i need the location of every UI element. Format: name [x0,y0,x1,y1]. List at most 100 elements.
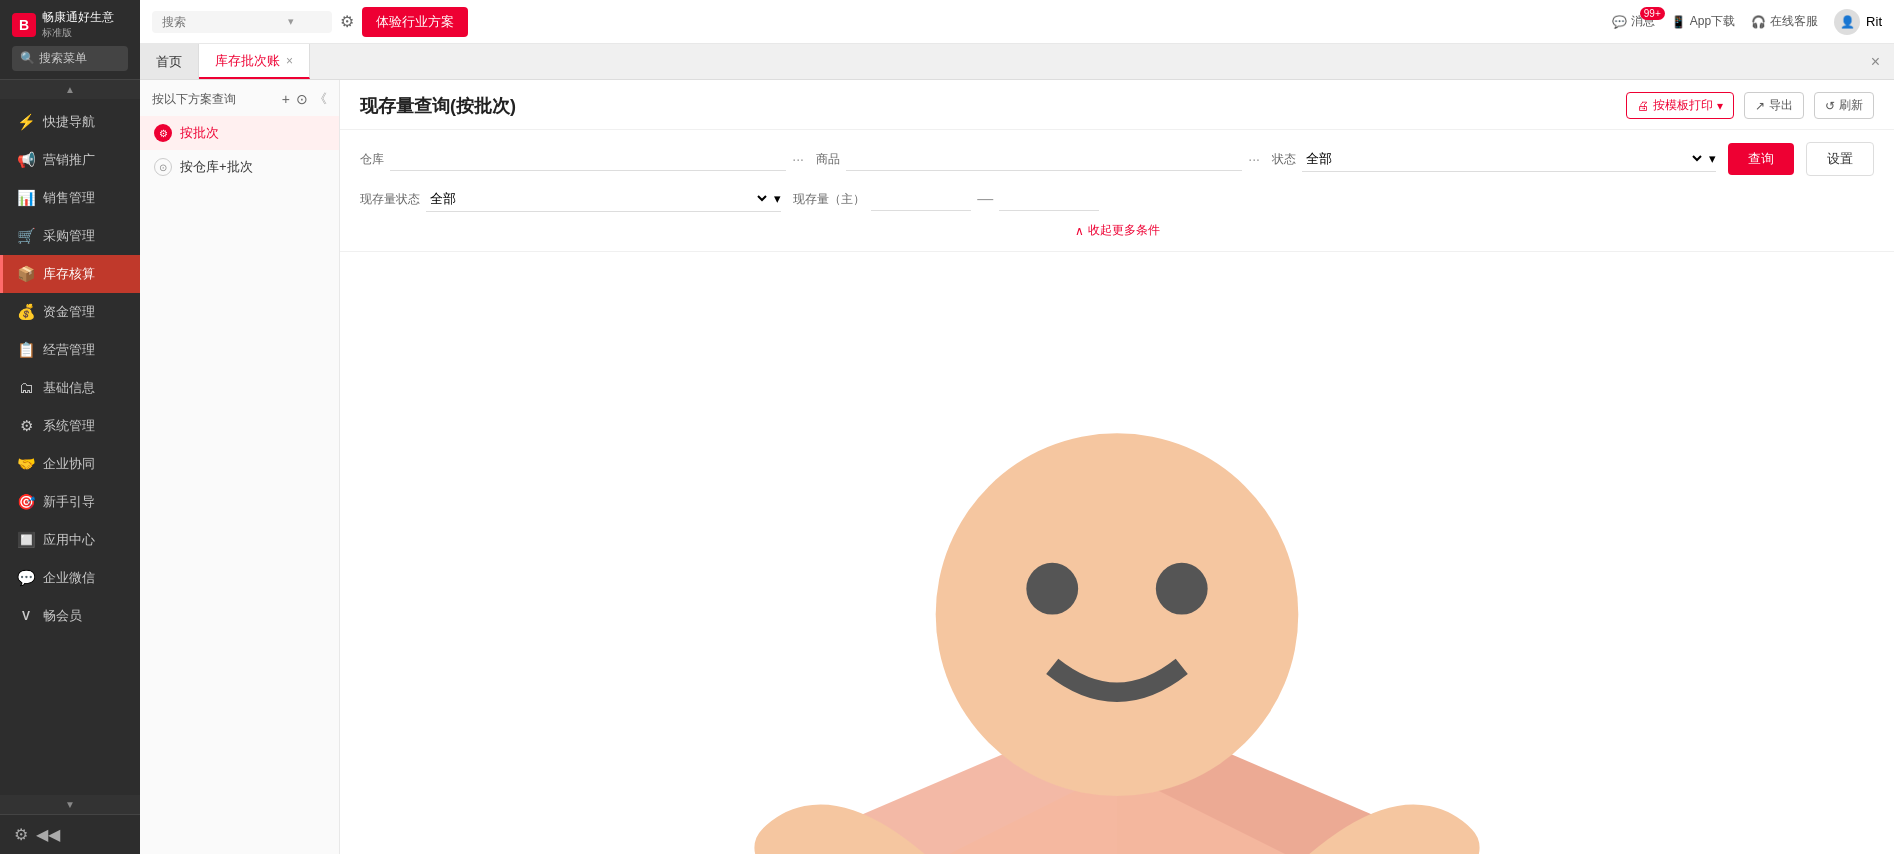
topbar-search-area: ▾ [152,11,332,33]
topbar-right: 💬 消息 99+ 📱 App下载 🎧 在线客服 👤 Rit [1612,9,1882,35]
sidebar-item-label: 营销推广 [43,151,95,169]
collapse-sidebar-icon[interactable]: ◀◀ [36,825,60,844]
print-label: 按模板打印 [1653,97,1713,114]
sidebar-item-guide[interactable]: 🎯 新手引导 [0,483,140,521]
sidebar-nav: ⚡ 快捷导航 📢 营销推广 📊 销售管理 🛒 采购管理 📦 库存核算 💰 资金管… [0,99,140,795]
sidebar-scroll-up[interactable]: ▲ [0,80,140,99]
sidebar-header: B 畅康通好生意 标准版 🔍 搜索菜单 [0,0,140,80]
sidebar-search[interactable]: 🔍 搜索菜单 [12,46,128,71]
experience-btn[interactable]: 体验行业方案 [362,7,468,37]
purchase-icon: 🛒 [17,227,35,245]
product-field: 商品 ··· [816,147,1260,171]
topbar-gear-icon[interactable]: ⚙ [340,12,354,31]
collapse-icon: ∧ [1075,224,1084,238]
empty-state: 1 请先选择要分析的方案 2 用过滤条件来缩小分析范围 [340,252,1894,854]
system-icon: ⚙ [17,417,35,435]
filter-row-1: 仓库 ··· 商品 ··· 状态 [360,142,1874,176]
sidebar-scroll-down[interactable]: ▼ [0,795,140,814]
sidebar-item-label: 采购管理 [43,227,95,245]
scheme-wb-label: 按仓库+批次 [180,158,253,176]
operation-icon: 📋 [17,341,35,359]
sidebar-item-finance[interactable]: 💰 资金管理 [0,293,140,331]
warehouse-dots[interactable]: ··· [792,151,804,167]
sidebar-item-label: 畅会员 [43,607,82,625]
refresh-btn[interactable]: ↺ 刷新 [1814,92,1874,119]
collapse-row[interactable]: ∧ 收起更多条件 [360,222,1874,239]
svg-point-6 [1026,563,1078,615]
product-label: 商品 [816,151,840,168]
status-select[interactable]: 全部 正常 冻结 [1302,150,1705,167]
sidebar-item-system[interactable]: ⚙ 系统管理 [0,407,140,445]
service-label: 在线客服 [1770,13,1818,30]
quick-nav-icon: ⚡ [17,113,35,131]
sidebar-item-enterprise[interactable]: 🤝 企业协同 [0,445,140,483]
status-label: 状态 [1272,151,1296,168]
sidebar-item-marketing[interactable]: 📢 营销推广 [0,141,140,179]
settings-footer-icon[interactable]: ⚙ [14,825,28,844]
main-area: ▾ ⚙ 体验行业方案 💬 消息 99+ 📱 App下载 🎧 在线客服 👤 Rit [140,0,1894,854]
sidebar-item-wechat[interactable]: 💬 企业微信 [0,559,140,597]
export-label: 导出 [1769,97,1793,114]
sidebar-item-operation[interactable]: 📋 经营管理 [0,331,140,369]
sidebar-item-member[interactable]: V 畅会员 [0,597,140,635]
enterprise-icon: 🤝 [17,455,35,473]
sidebar-item-label: 基础信息 [43,379,95,397]
topbar-chevron-icon[interactable]: ▾ [288,15,294,28]
sidebar-item-inventory[interactable]: 📦 库存核算 [0,255,140,293]
scheme-batch[interactable]: ⚙ 按批次 [140,116,339,150]
svg-point-5 [936,433,1299,796]
tabs-end-close[interactable]: × [1857,53,1894,71]
empty-illustration [340,252,1894,854]
topbar-user[interactable]: 👤 Rit [1834,9,1882,35]
refresh-icon: ↺ [1825,99,1835,113]
finance-icon: 💰 [17,303,35,321]
left-panel: 按以下方案查询 + ⊙ 《 ⚙ 按批次 ⊙ 按仓库+批次 [140,80,340,854]
scheme-warehouse-batch[interactable]: ⊙ 按仓库+批次 [140,150,339,184]
left-panel-title: 按以下方案查询 [152,91,236,108]
stock-status-chevron-icon: ▾ [774,191,781,206]
add-scheme-icon[interactable]: + [282,91,290,107]
marketing-icon: 📢 [17,151,35,169]
query-btn[interactable]: 查询 [1728,143,1794,175]
sidebar: B 畅康通好生意 标准版 🔍 搜索菜单 ▲ ⚡ 快捷导航 📢 营销推广 📊 销售… [0,0,140,854]
sidebar-item-purchase[interactable]: 🛒 采购管理 [0,217,140,255]
scheme-dot-batch: ⚙ [154,124,172,142]
page-body: 按以下方案查询 + ⊙ 《 ⚙ 按批次 ⊙ 按仓库+批次 现存量查询(按批次) [140,80,1894,854]
export-btn[interactable]: ↗ 导出 [1744,92,1804,119]
tab-close-icon[interactable]: × [286,54,293,68]
search-icon: 🔍 [20,51,35,65]
page-title-bar: 现存量查询(按批次) 🖨 按模板打印 ▾ ↗ 导出 ↺ 刷新 [340,80,1894,130]
warehouse-input[interactable] [390,147,786,171]
topbar-search-input[interactable] [162,15,282,29]
settings-scheme-icon[interactable]: ⊙ [296,91,308,107]
stock-status-field: 现存量状态 全部 有库存 零库存 负库存 ▾ [360,186,781,212]
collapse-panel-icon[interactable]: 《 [314,90,327,108]
filter-area: 仓库 ··· 商品 ··· 状态 [340,130,1894,252]
print-chevron-icon[interactable]: ▾ [1717,99,1723,113]
topbar-msg-btn[interactable]: 💬 消息 99+ [1612,13,1655,30]
product-dots[interactable]: ··· [1248,151,1260,167]
sidebar-edition: 标准版 [42,26,114,40]
sidebar-item-quick-nav[interactable]: ⚡ 快捷导航 [0,103,140,141]
product-input[interactable] [846,147,1242,171]
settings-btn[interactable]: 设置 [1806,142,1874,176]
stock-qty-min-input[interactable] [871,187,971,211]
sidebar-item-sales[interactable]: 📊 销售管理 [0,179,140,217]
stock-qty-field: 现存量（主） — [793,187,1214,211]
service-icon: 🎧 [1751,15,1766,29]
stock-qty-max-input[interactable] [999,187,1099,211]
tab-inventory-batch[interactable]: 库存批次账 × [199,44,310,79]
wechat-icon: 💬 [17,569,35,587]
sidebar-item-basic[interactable]: 🗂 基础信息 [0,369,140,407]
page-title: 现存量查询(按批次) [360,94,516,118]
topbar-app-btn[interactable]: 📱 App下载 [1671,13,1735,30]
stock-status-select[interactable]: 全部 有库存 零库存 负库存 [426,190,770,207]
topbar-service-btn[interactable]: 🎧 在线客服 [1751,13,1818,30]
print-btn[interactable]: 🖨 按模板打印 ▾ [1626,92,1734,119]
topbar: ▾ ⚙ 体验行业方案 💬 消息 99+ 📱 App下载 🎧 在线客服 👤 Rit [140,0,1894,44]
avatar: 👤 [1834,9,1860,35]
apps-icon: 🔲 [17,531,35,549]
sidebar-item-apps[interactable]: 🔲 应用中心 [0,521,140,559]
sidebar-item-label: 企业协同 [43,455,95,473]
tab-home[interactable]: 首页 [140,44,199,79]
